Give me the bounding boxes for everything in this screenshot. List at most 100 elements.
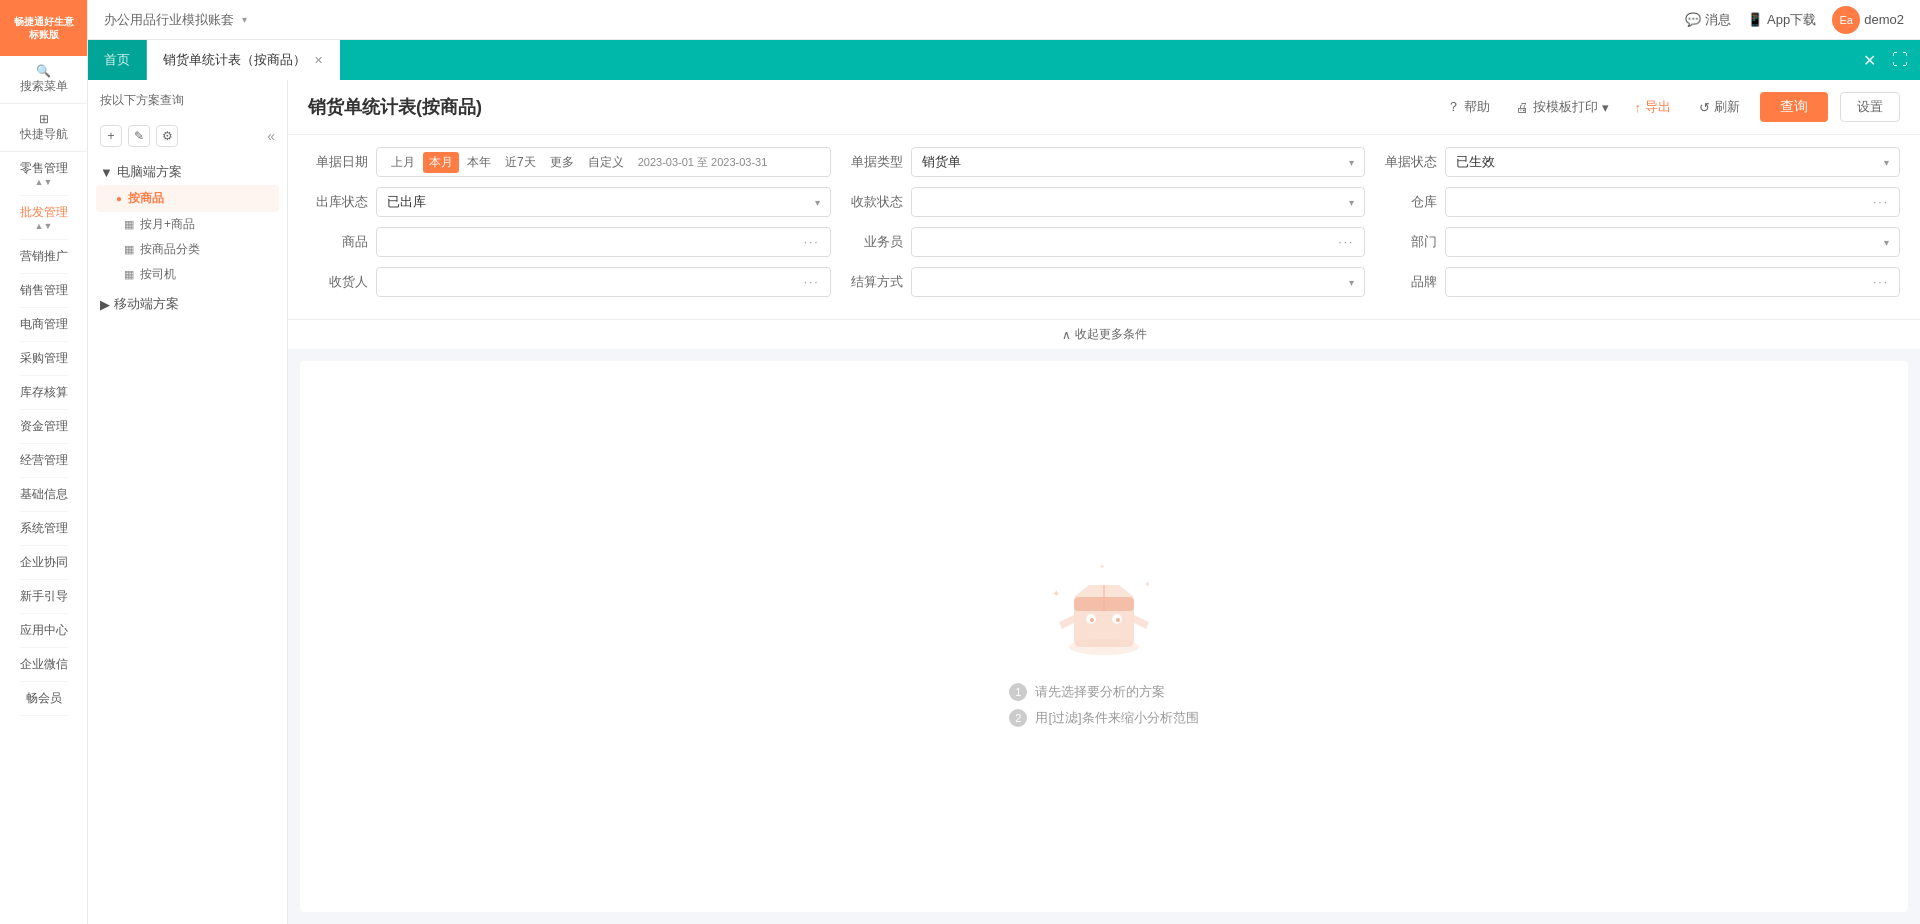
sidebar-item-operations[interactable]: 经营管理 xyxy=(20,444,68,478)
date-tab-custom[interactable]: 自定义 xyxy=(582,152,630,173)
menu-label: 基础信息 xyxy=(20,486,68,503)
user-area[interactable]: Ea demo2 xyxy=(1832,6,1904,34)
filter-item-dept: 部门 ▾ xyxy=(1377,227,1900,257)
edit-scheme-btn[interactable]: ✎ xyxy=(128,125,150,147)
receiver-label: 收货人 xyxy=(308,273,368,291)
sidebar-quick-nav[interactable]: ⊞ 快捷导航 xyxy=(0,104,87,152)
date-tab-this-month[interactable]: 本月 xyxy=(423,152,459,173)
product-more-icon[interactable]: ··· xyxy=(804,235,820,249)
main-area: 办公用品行业模拟账套 ▾ 💬 消息 📱 App下载 Ea demo2 首页 销货… xyxy=(88,0,1920,924)
tab-home[interactable]: 首页 xyxy=(88,40,147,80)
sidebar-item-system[interactable]: 系统管理 xyxy=(20,512,68,546)
brand-more-icon[interactable]: ··· xyxy=(1873,275,1889,289)
scheme-group-mobile-header[interactable]: ▶ 移动端方案 xyxy=(96,291,279,317)
tab-sales-stats[interactable]: 销货单统计表（按商品） ✕ xyxy=(147,40,340,80)
doc-status-value: 已生效 xyxy=(1456,153,1495,171)
settings-btn[interactable]: 设置 xyxy=(1840,92,1900,122)
export-btn[interactable]: ↑ 导出 xyxy=(1627,94,1680,120)
sidebar-item-basic-info[interactable]: 基础信息 xyxy=(20,478,68,512)
scheme-item-by-product[interactable]: ● 按商品 xyxy=(96,185,279,212)
collapse-sidebar-btn[interactable]: « xyxy=(267,128,275,144)
scheme-item-by-month-product[interactable]: ▦ 按月+商品 xyxy=(96,212,279,237)
scheme-group-desktop-header[interactable]: ▼ 电脑端方案 xyxy=(96,159,279,185)
scheme-item-by-product-label: 按商品 xyxy=(128,190,164,207)
sidebar-item-sales[interactable]: 销售管理 xyxy=(20,274,68,308)
filter-item-product: 商品 ··· xyxy=(308,227,831,257)
filter-item-warehouse: 仓库 ··· xyxy=(1377,187,1900,217)
chevron-right-icon: ▶ xyxy=(100,297,110,312)
industry-label[interactable]: 办公用品行业模拟账套 xyxy=(104,11,234,29)
refresh-btn[interactable]: ↺ 刷新 xyxy=(1691,94,1748,120)
sidebar-item-retail[interactable]: 零售管理▲▼ xyxy=(20,152,68,196)
sidebar-search[interactable]: 🔍 搜索菜单 xyxy=(0,56,87,104)
avatar: Ea xyxy=(1832,6,1860,34)
payment-method-label: 结算方式 xyxy=(843,273,903,291)
sidebar-item-wholesale[interactable]: 批发管理▲▼ xyxy=(20,196,68,240)
filter-item-date: 单据日期 上月 本月 本年 近7天 更多 自定义 2023-03-01 至 20… xyxy=(308,147,831,177)
template-print-label: 按模板打印 xyxy=(1533,98,1598,116)
sidebar-item-finance[interactable]: 资金管理 xyxy=(20,410,68,444)
dept-select[interactable]: ▾ xyxy=(1445,227,1900,257)
menu-label: 企业协同 xyxy=(20,554,68,571)
template-print-btn[interactable]: 🖨 按模板打印 ▾ xyxy=(1510,94,1615,120)
receiver-more-icon[interactable]: ··· xyxy=(804,275,820,289)
filter-item-receiver: 收货人 ··· xyxy=(308,267,831,297)
sidebar-item-enterprise[interactable]: 企业协同 xyxy=(20,546,68,580)
menu-label: 资金管理 xyxy=(20,418,68,435)
active-scheme-icon: ● xyxy=(116,193,122,204)
scheme-item-by-category[interactable]: ▦ 按商品分类 xyxy=(96,237,279,262)
date-tab-7days[interactable]: 近7天 xyxy=(499,152,542,173)
salesperson-more-icon[interactable]: ··· xyxy=(1338,235,1354,249)
add-scheme-btn[interactable]: + xyxy=(100,125,122,147)
date-tab-more[interactable]: 更多 xyxy=(544,152,580,173)
sidebar-item-wechat[interactable]: 企业微信 xyxy=(20,648,68,682)
sidebar-item-marketing[interactable]: 营销推广 xyxy=(20,240,68,274)
sidebar-item-guide[interactable]: 新手引导 xyxy=(20,580,68,614)
help-btn[interactable]: ？ 帮助 xyxy=(1439,94,1498,120)
payment-select[interactable]: ▾ xyxy=(911,187,1366,217)
sidebar-item-ecommerce[interactable]: 电商管理 xyxy=(20,308,68,342)
salesperson-select[interactable]: ··· xyxy=(911,227,1366,257)
sidebar-menu: 零售管理▲▼批发管理▲▼营销推广销售管理电商管理采购管理库存核算资金管理经营管理… xyxy=(20,152,68,716)
sidebar-item-procurement[interactable]: 采购管理 xyxy=(20,342,68,376)
warehouse-more-icon[interactable]: ··· xyxy=(1873,195,1889,209)
app-download-btn[interactable]: 📱 App下载 xyxy=(1747,11,1816,29)
sidebar-item-member[interactable]: 畅会员 xyxy=(20,682,68,716)
sidebar-item-inventory[interactable]: 库存核算 xyxy=(20,376,68,410)
doc-type-select[interactable]: 销货单 ▾ xyxy=(911,147,1366,177)
page-title-row: 销货单统计表(按商品) ？ 帮助 🖨 按模板打印 ▾ ↑ xyxy=(308,92,1900,122)
doc-status-select[interactable]: 已生效 ▾ xyxy=(1445,147,1900,177)
scheme-item-by-cashier[interactable]: ▦ 按司机 xyxy=(96,262,279,287)
scheme-item-by-category-label: 按商品分类 xyxy=(140,241,200,258)
sidebar-item-app-center[interactable]: 应用中心 xyxy=(20,614,68,648)
date-tab-this-year[interactable]: 本年 xyxy=(461,152,497,173)
warehouse-select[interactable]: ··· xyxy=(1445,187,1900,217)
table-icon-2: ▦ xyxy=(124,243,134,256)
collapse-icon: ∧ xyxy=(1062,328,1071,342)
search-icon: 🔍 xyxy=(36,64,51,78)
tab-close-icon[interactable]: ✕ xyxy=(314,55,323,66)
query-btn[interactable]: 查询 xyxy=(1760,92,1828,122)
tab-expand-btn[interactable]: ⛶ xyxy=(1888,47,1912,73)
brand-select[interactable]: ··· xyxy=(1445,267,1900,297)
filter-sidebar-tools: + ✎ ⚙ « xyxy=(96,125,279,147)
template-print-arrow-icon: ▾ xyxy=(1602,100,1609,115)
date-selector[interactable]: 上月 本月 本年 近7天 更多 自定义 2023-03-01 至 2023-03… xyxy=(376,147,831,177)
date-tab-last-month[interactable]: 上月 xyxy=(385,152,421,173)
payment-method-select[interactable]: ▾ xyxy=(911,267,1366,297)
menu-label: 库存核算 xyxy=(20,384,68,401)
sidebar-search-label: 搜索菜单 xyxy=(20,78,68,95)
table-icon-3: ▦ xyxy=(124,268,134,281)
message-btn[interactable]: 💬 消息 xyxy=(1685,11,1731,29)
receiver-select[interactable]: ··· xyxy=(376,267,831,297)
collapse-more-btn[interactable]: ∧ 收起更多条件 xyxy=(288,319,1920,349)
svg-text:✦: ✦ xyxy=(1052,588,1060,599)
doc-status-label: 单据状态 xyxy=(1377,153,1437,171)
tab-sales-stats-label: 销货单统计表（按商品） xyxy=(163,51,306,69)
outbound-select[interactable]: 已出库 ▾ xyxy=(376,187,831,217)
settings-scheme-btn[interactable]: ⚙ xyxy=(156,125,178,147)
tab-close-all-btn[interactable]: ✕ xyxy=(1859,47,1880,74)
menu-label: 新手引导 xyxy=(20,588,68,605)
logo-area: 畅捷通好生意 标账版 xyxy=(0,0,87,56)
product-select[interactable]: ··· xyxy=(376,227,831,257)
